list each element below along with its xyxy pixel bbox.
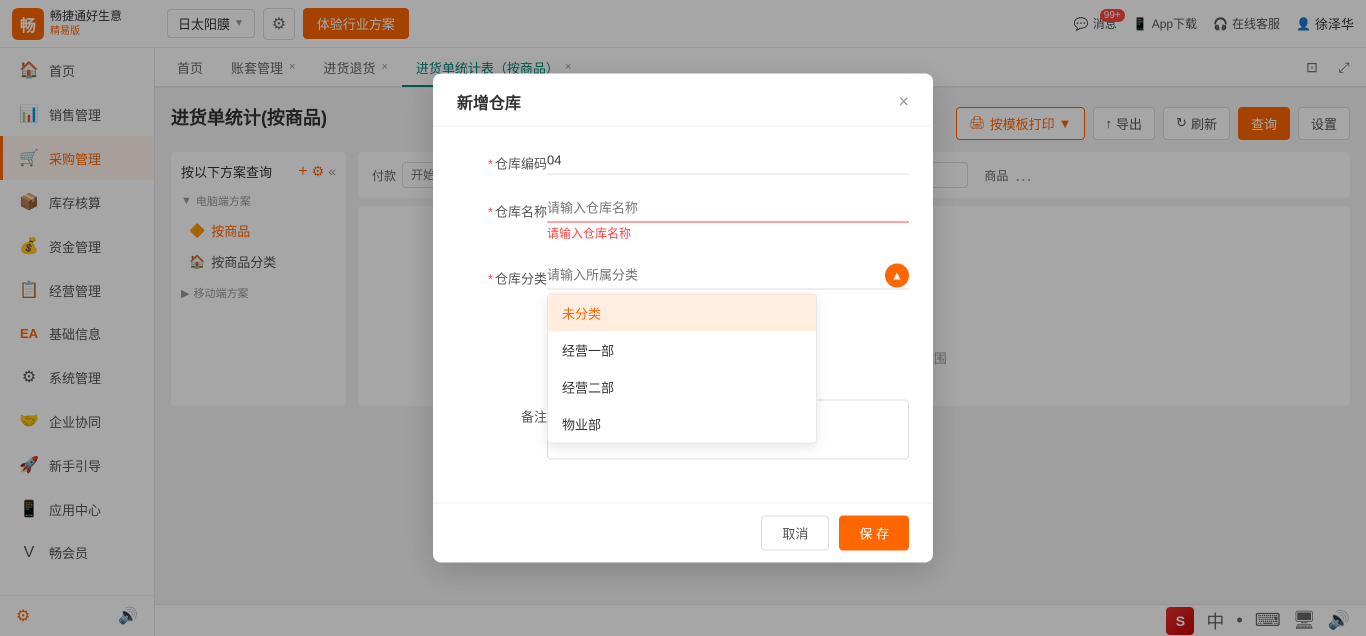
dropdown-item-dept2[interactable]: 经营二部 — [548, 369, 816, 406]
category-field-wrap: ▲ 未分类 经营一部 经营二部 物业部 — [547, 262, 909, 290]
code-label: 仓库编码 — [457, 147, 547, 173]
modal-close-button[interactable]: × — [898, 91, 909, 112]
modal-body: 仓库编码 仓库名称 请输入仓库名称 仓库分类 ▲ 未分类 经营一部 — [433, 127, 933, 503]
form-row-name: 仓库名称 请输入仓库名称 — [457, 195, 909, 242]
dropdown-item-dept1[interactable]: 经营一部 — [548, 332, 816, 369]
code-field-wrap — [547, 147, 909, 175]
modal-header: 新增仓库 × — [433, 74, 933, 127]
dropdown-item-unclassified[interactable]: 未分类 — [548, 295, 816, 332]
cancel-button[interactable]: 取消 — [761, 516, 829, 551]
warehouse-code-input[interactable] — [547, 147, 909, 175]
name-error-msg: 请输入仓库名称 — [547, 225, 909, 242]
warehouse-name-input[interactable] — [547, 195, 909, 223]
save-button[interactable]: 保 存 — [839, 516, 909, 551]
modal-footer: 取消 保 存 — [433, 503, 933, 563]
add-warehouse-modal: 新增仓库 × 仓库编码 仓库名称 请输入仓库名称 仓库分类 ▲ — [433, 74, 933, 563]
category-label: 仓库分类 — [457, 262, 547, 288]
dropdown-item-property[interactable]: 物业部 — [548, 406, 816, 443]
warehouse-category-input[interactable] — [547, 262, 909, 290]
category-dropdown: 未分类 经营一部 经营二部 物业部 — [547, 294, 817, 444]
category-dropdown-toggle[interactable]: ▲ — [885, 264, 909, 288]
name-field-wrap: 请输入仓库名称 — [547, 195, 909, 242]
name-label: 仓库名称 — [457, 195, 547, 221]
form-row-category: 仓库分类 ▲ 未分类 经营一部 经营二部 物业部 — [457, 262, 909, 290]
modal-title: 新增仓库 — [457, 90, 521, 114]
note-label: 备注 — [457, 400, 547, 426]
form-row-code: 仓库编码 — [457, 147, 909, 175]
